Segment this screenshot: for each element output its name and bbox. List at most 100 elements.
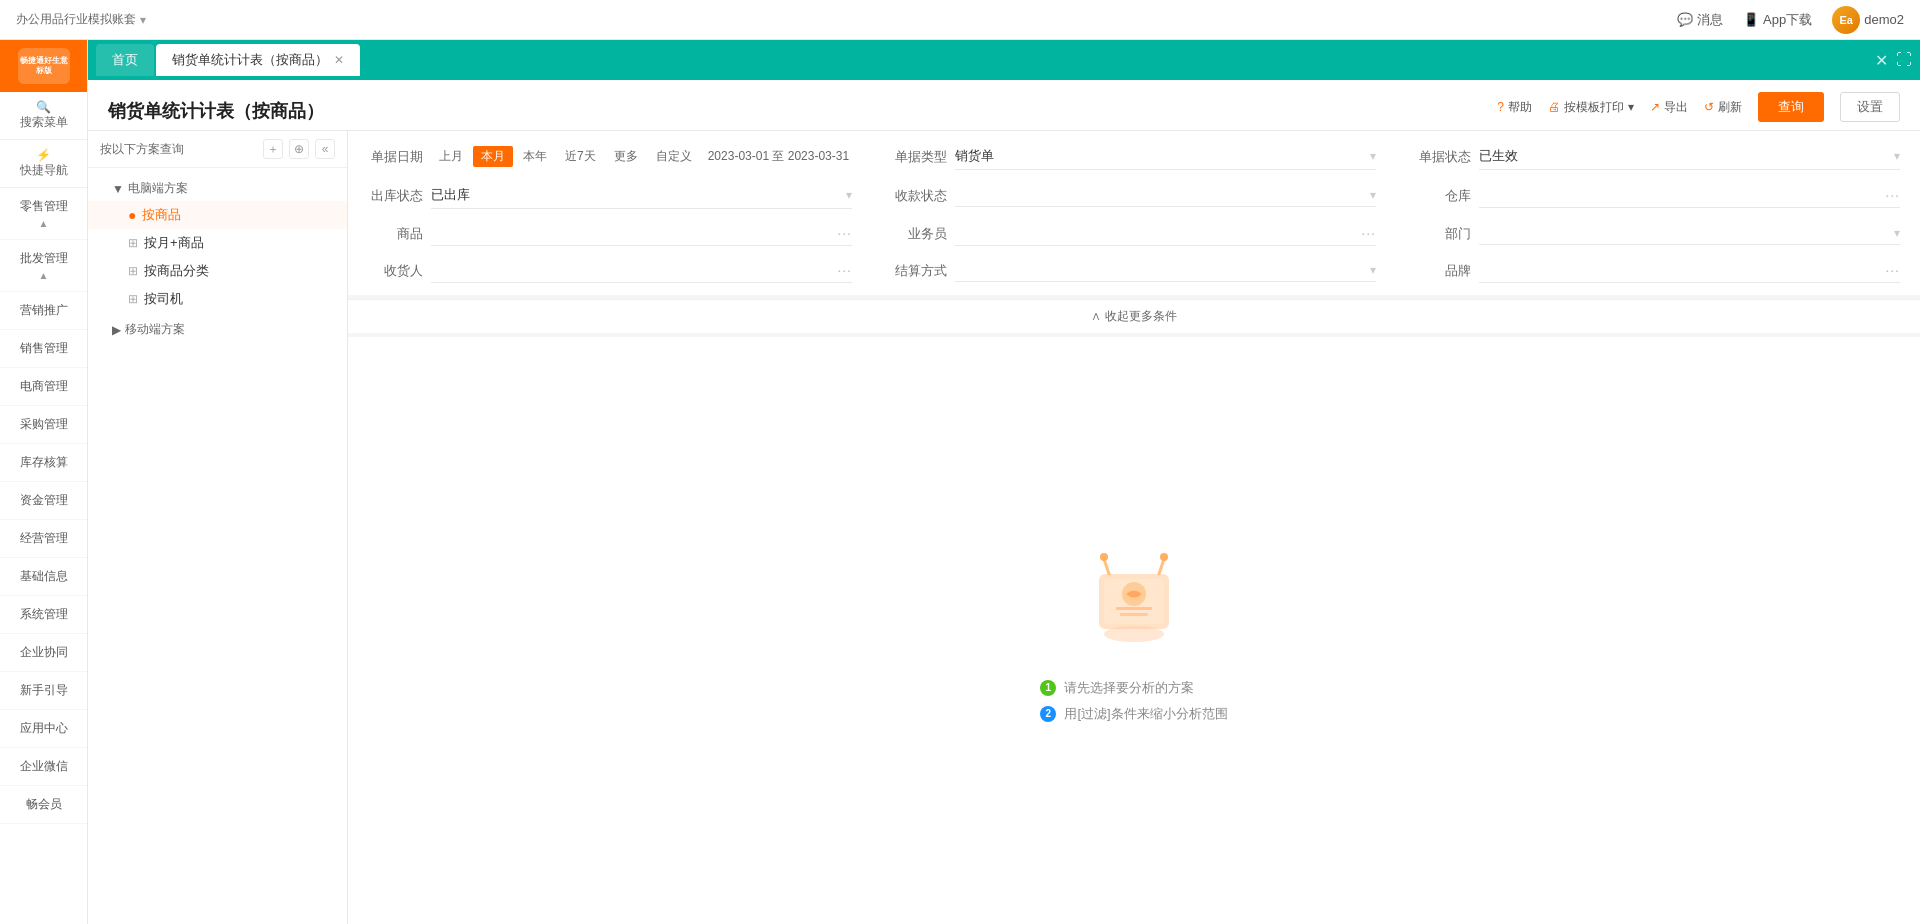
sidebar-item-search[interactable]: 🔍 搜索菜单: [0, 92, 87, 140]
dept-control[interactable]: ▾: [1479, 222, 1900, 245]
tab-close-icon[interactable]: ✕: [334, 54, 344, 66]
tree-item-by-driver[interactable]: ⊞ 按司机: [88, 285, 347, 313]
tab-sales-stats[interactable]: 销货单统计计表（按商品） ✕: [156, 44, 360, 76]
date-tab-this-month[interactable]: 本月: [473, 146, 513, 167]
sidebar-item-fund[interactable]: 资金管理: [0, 482, 87, 520]
date-tab-7days[interactable]: 近7天: [557, 146, 604, 167]
goods-more-icon: ···: [837, 225, 852, 241]
download-icon: 📱: [1743, 12, 1759, 27]
recipient-filter: 收货人 ···: [368, 258, 852, 283]
quicknav-label: 快捷导航: [4, 162, 83, 179]
collapse-text: ∧ 收起更多条件: [1091, 309, 1176, 323]
sidebar-item-basic[interactable]: 基础信息: [0, 558, 87, 596]
page-container: 销货单统计计表（按商品） ? 帮助 🖨 按模板打印 ▾ ↗ 导出: [88, 80, 1920, 924]
refresh-label: 刷新: [1718, 99, 1742, 116]
sidebar-item-wholesale[interactable]: 批发管理 ▲: [0, 240, 87, 292]
maximize-window-icon[interactable]: ⛶: [1896, 51, 1912, 69]
dept-dropdown-icon: ▾: [1894, 226, 1900, 240]
svg-point-9: [1160, 553, 1168, 561]
sidebar-item-purchase[interactable]: 采购管理: [0, 406, 87, 444]
warehouse-label: 仓库: [1416, 187, 1471, 205]
system-label: 系统管理: [20, 606, 68, 623]
tab-home[interactable]: 首页: [96, 44, 154, 76]
svg-point-8: [1100, 553, 1108, 561]
doctype-control[interactable]: 销货单 ▾: [955, 143, 1376, 170]
print-label: 按模板打印: [1564, 99, 1624, 116]
outstatus-control[interactable]: 已出库 ▾: [431, 182, 852, 209]
warehouse-more-icon: ···: [1885, 187, 1900, 203]
date-tab-this-year[interactable]: 本年: [515, 146, 555, 167]
sidebar-item-sales[interactable]: 销售管理: [0, 330, 87, 368]
export-label: 导出: [1664, 99, 1688, 116]
empty-state: 1 请先选择要分析的方案 2 用[过滤]条件来缩小分析范围: [348, 337, 1920, 924]
close-window-icon[interactable]: ✕: [1875, 51, 1888, 70]
date-tabs-container: 上月 本月 本年 近7天 更多 自定义 2023-03-01 至 2023-03…: [431, 146, 852, 167]
sidebar-item-member[interactable]: 畅会员: [0, 786, 87, 824]
add-scheme-icon[interactable]: ＋: [263, 139, 283, 159]
tree-group-desktop-title[interactable]: ▼ 电脑端方案: [88, 176, 347, 201]
app-download-button[interactable]: 📱 App下载: [1743, 11, 1812, 29]
tree-group-mobile-title[interactable]: ▶ 移动端方案: [88, 317, 347, 342]
print-icon: 🖨: [1548, 100, 1560, 114]
export-button[interactable]: ↗ 导出: [1650, 99, 1688, 116]
tree-group-expand-icon: ▼: [112, 182, 124, 196]
user-menu[interactable]: Ea demo2: [1832, 6, 1904, 34]
date-filter-group: 单据日期 上月 本月 本年 近7天 更多 自定义: [368, 146, 852, 167]
help-button[interactable]: ? 帮助: [1497, 99, 1532, 116]
empty-illustration: [1074, 539, 1194, 659]
print-button[interactable]: 🖨 按模板打印 ▾: [1548, 99, 1634, 116]
docstatus-control[interactable]: 已生效 ▾: [1479, 143, 1900, 170]
sidebar-item-guide[interactable]: 新手引导: [0, 672, 87, 710]
sidebar-item-ecommerce[interactable]: 电商管理: [0, 368, 87, 406]
main-layout: 畅捷通好生意 标版 🔍 搜索菜单 ⚡ 快捷导航 零售管理 ▲ 批发管理 ▲ 营销…: [0, 40, 1920, 924]
sidebar-item-inventory[interactable]: 库存核算: [0, 444, 87, 482]
query-button[interactable]: 查询: [1758, 92, 1824, 122]
tree-item-driver-label: 按司机: [144, 290, 183, 308]
tree-item-by-month-goods[interactable]: ⊞ 按月+商品: [88, 229, 347, 257]
sidebar-item-quicknav[interactable]: ⚡ 快捷导航: [0, 140, 87, 188]
outstatus-value: 已出库: [431, 186, 846, 204]
brand-control[interactable]: ···: [1479, 258, 1900, 283]
guide-label: 新手引导: [20, 682, 68, 699]
date-tab-custom[interactable]: 自定义: [648, 146, 700, 167]
tree-item-by-category[interactable]: ⊞ 按商品分类: [88, 257, 347, 285]
recipient-control[interactable]: ···: [431, 258, 852, 283]
sidebar-item-appcenter[interactable]: 应用中心: [0, 710, 87, 748]
date-label: 单据日期: [368, 148, 423, 166]
collapse-bar[interactable]: ∧ 收起更多条件: [348, 299, 1920, 333]
date-tab-more[interactable]: 更多: [606, 146, 646, 167]
home-tab-label: 首页: [112, 51, 138, 69]
sidebar-logo: 畅捷通好生意 标版: [0, 40, 87, 92]
refresh-button[interactable]: ↺ 刷新: [1704, 99, 1742, 116]
settings-button[interactable]: 设置: [1840, 92, 1900, 122]
quicknav-icon: ⚡: [4, 148, 83, 162]
receivestatus-dropdown-icon: ▾: [1370, 188, 1376, 202]
date-tab-last-month[interactable]: 上月: [431, 146, 471, 167]
settlement-dropdown-icon: ▾: [1370, 263, 1376, 277]
refresh-icon: ↺: [1704, 100, 1714, 114]
purchase-label: 采购管理: [20, 416, 68, 433]
sidebar-item-wechat[interactable]: 企业微信: [0, 748, 87, 786]
tree-item-by-goods[interactable]: ● 按商品: [88, 201, 347, 229]
sidebar-item-collab[interactable]: 企业协同: [0, 634, 87, 672]
receivestatus-control[interactable]: ▾: [955, 184, 1376, 207]
sidebar-item-marketing[interactable]: 营销推广: [0, 292, 87, 330]
sidebar-item-system[interactable]: 系统管理: [0, 596, 87, 634]
tip-text-1: 请先选择要分析的方案: [1064, 679, 1194, 697]
tip-text-2: 用[过滤]条件来缩小分析范围: [1064, 705, 1227, 723]
goods-control[interactable]: ···: [431, 221, 852, 246]
fund-label: 资金管理: [20, 492, 68, 509]
settlement-control[interactable]: ▾: [955, 259, 1376, 282]
warehouse-control[interactable]: ···: [1479, 183, 1900, 208]
scheme-icon-2: ⊞: [128, 264, 138, 278]
collapse-panel-icon[interactable]: «: [315, 139, 335, 159]
salesman-control[interactable]: ···: [955, 221, 1376, 246]
sidebar-item-operation[interactable]: 经营管理: [0, 520, 87, 558]
print-dropdown-icon[interactable]: ▾: [1628, 100, 1634, 114]
brand-label: 品牌: [1416, 262, 1471, 280]
app-selector[interactable]: 办公用品行业模拟账套 ▾: [16, 11, 146, 28]
message-button[interactable]: 💬 消息: [1677, 11, 1723, 29]
edit-scheme-icon[interactable]: ⊕: [289, 139, 309, 159]
main-content-area: 按以下方案查询 ＋ ⊕ « ▼ 电脑端方案: [88, 131, 1920, 924]
sidebar-item-retail[interactable]: 零售管理 ▲: [0, 188, 87, 240]
